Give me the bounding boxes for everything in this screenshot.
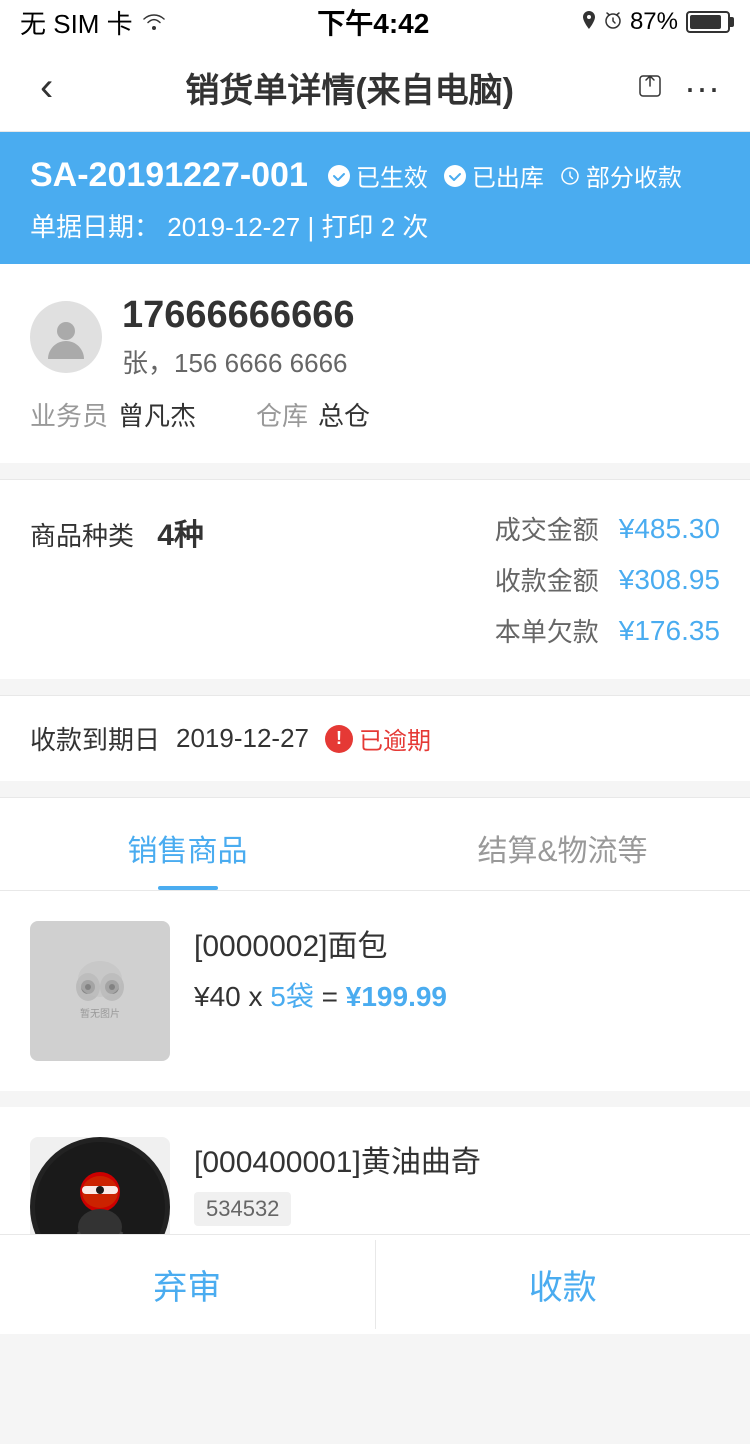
product-item-1: 暂无图片 [0000002]面包 ¥40 x 5袋 = ¥199.99 [0, 891, 750, 1091]
tab-settlement[interactable]: 结算&物流等 [375, 798, 750, 890]
warehouse-label: 仓库 [256, 396, 308, 433]
status-right: 87% [582, 8, 730, 36]
product-sku-2: 534532 [194, 1192, 291, 1226]
owed-amount-label: 本单欠款 [495, 612, 599, 649]
alarm-icon [604, 8, 622, 36]
customer-details: 17666666666 张，156 6666 6666 [122, 294, 354, 380]
check-icon-outbound [444, 165, 466, 187]
product-name-1: [0000002]面包 [194, 921, 720, 965]
header-banner: SA-20191227-001 已生效 已出库 部分收款 [0, 132, 750, 264]
order-date: 2019-12-27 [167, 212, 300, 242]
summary-section: 商品种类 4种 成交金额 ¥485.30 收款金额 ¥308.95 本单欠款 ¥… [0, 480, 750, 679]
tab-sales-product[interactable]: 销售商品 [0, 798, 375, 890]
status-time: 下午4:42 [317, 2, 429, 42]
deal-amount: ¥485.30 [619, 513, 720, 545]
product-list: 暂无图片 [0000002]面包 ¥40 x 5袋 = ¥199.99 [0, 891, 750, 1444]
owl-logo: 暂无图片 [30, 921, 170, 1061]
salesperson-item: 业务员 曾凡杰 [30, 396, 196, 433]
check-icon-active [328, 165, 350, 187]
received-amount-label: 收款金额 [495, 561, 599, 598]
more-button[interactable]: ··· [684, 67, 720, 109]
due-date-label: 收款到期日 [30, 720, 160, 757]
cancel-review-button[interactable]: 弃审 [0, 1240, 376, 1329]
nav-bar: ‹ 销货单详情(来自电脑) ··· [0, 44, 750, 132]
status-bar: 无 SIM 卡 下午4:42 87% [0, 0, 750, 44]
status-active-label: 已生效 [356, 158, 428, 193]
status-partial-label: 部分收款 [586, 158, 682, 193]
order-id: SA-20191227-001 [30, 156, 308, 195]
date-label: 单据日期： [30, 212, 160, 242]
owed-amount: ¥176.35 [619, 615, 720, 647]
battery-percent: 87% [630, 8, 678, 36]
deal-amount-label: 成交金额 [495, 510, 599, 547]
clock-icon [560, 166, 580, 186]
product-types-count: 4种 [157, 519, 204, 552]
qty-1: 5袋 [270, 981, 314, 1012]
deal-amount-item: 成交金额 ¥485.30 [375, 510, 720, 547]
carrier-label: 无 SIM 卡 [20, 4, 133, 41]
received-amount-item: 收款金额 ¥308.95 [375, 561, 720, 598]
customer-sub: 张，156 6666 6666 [122, 343, 354, 380]
due-date-value: 2019-12-27 [176, 723, 309, 754]
overdue-label: 已逾期 [359, 721, 431, 756]
customer-row: 17666666666 张，156 6666 6666 [30, 294, 720, 380]
product-thumb-1: 暂无图片 [30, 921, 170, 1061]
due-section: 收款到期日 2019-12-27 ! 已逾期 [0, 696, 750, 781]
bottom-bar: 弃审 收款 [0, 1234, 750, 1334]
warehouse-item: 仓库 总仓 [256, 396, 370, 433]
total-1: ¥199.99 [346, 981, 447, 1012]
status-tag-outbound: 已出库 [444, 158, 544, 193]
tab1-label: 销售商品 [128, 835, 248, 868]
status-outbound-label: 已出库 [472, 158, 544, 193]
product-name-2: [000400001]黄油曲奇 [194, 1137, 720, 1181]
collect-payment-button[interactable]: 收款 [376, 1240, 750, 1329]
summary-right: 成交金额 ¥485.30 收款金额 ¥308.95 本单欠款 ¥176.35 [375, 510, 720, 649]
location-icon [582, 8, 596, 36]
customer-section: 17666666666 张，156 6666 6666 业务员 曾凡杰 仓库 总… [0, 264, 750, 463]
tab-underline [158, 886, 218, 890]
tab2-label: 结算&物流等 [477, 835, 647, 868]
bottom-spacer [0, 1324, 750, 1444]
status-tag-partial: 部分收款 [560, 158, 682, 193]
share-button[interactable] [636, 67, 664, 109]
received-amount: ¥308.95 [619, 564, 720, 596]
product-types-label: 商品种类 [30, 521, 134, 551]
banner-row1: SA-20191227-001 已生效 已出库 部分收款 [30, 156, 720, 195]
summary-left: 商品种类 4种 [30, 510, 375, 554]
print-info: | 打印 2 次 [307, 212, 428, 242]
product-info-1: [0000002]面包 ¥40 x 5袋 = ¥199.99 [194, 921, 720, 1015]
banner-date-row: 单据日期： 2019-12-27 | 打印 2 次 [30, 207, 720, 244]
price-equals-1: = [322, 981, 346, 1012]
wifi-icon [143, 14, 165, 30]
product-price-1: ¥40 x 5袋 = ¥199.99 [194, 975, 720, 1015]
customer-meta: 业务员 曾凡杰 仓库 总仓 [30, 396, 720, 433]
status-tag-active: 已生效 [328, 158, 428, 193]
tabs: 销售商品 结算&物流等 [0, 798, 750, 891]
svg-text:暂无图片: 暂无图片 [80, 1007, 120, 1020]
customer-name: 17666666666 [122, 294, 354, 337]
status-tags: 已生效 已出库 部分收款 [328, 158, 682, 193]
overdue-icon: ! [325, 725, 353, 753]
warehouse-name: 总仓 [318, 396, 370, 433]
status-left: 无 SIM 卡 [20, 4, 165, 41]
product-types: 商品种类 4种 [30, 510, 375, 554]
salesperson-name: 曾凡杰 [118, 396, 196, 433]
salesperson-label: 业务员 [30, 396, 108, 433]
battery-icon [686, 11, 730, 33]
overdue-badge: ! 已逾期 [325, 721, 431, 756]
page-title: 销货单详情(来自电脑) [185, 63, 514, 112]
nav-actions: ··· [636, 67, 720, 109]
avatar [30, 301, 102, 373]
back-button[interactable]: ‹ [30, 55, 63, 120]
price-base-1: ¥40 x [194, 981, 270, 1012]
owed-amount-item: 本单欠款 ¥176.35 [375, 612, 720, 649]
